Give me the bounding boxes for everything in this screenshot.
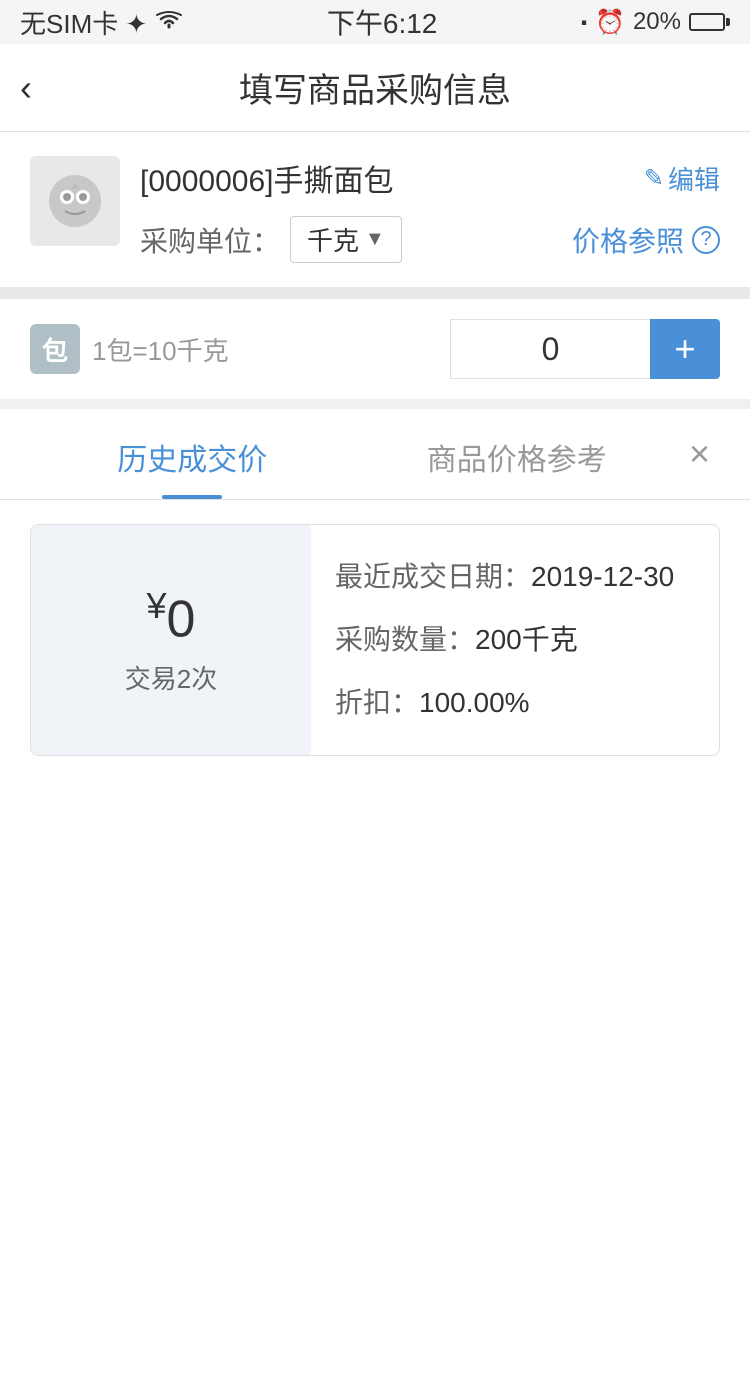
alarm-icon: ⏰ — [595, 8, 625, 37]
tab-history-price[interactable]: 历史成交价 — [30, 409, 354, 499]
quantity-unit-info: 包 1包=10千克 — [30, 324, 229, 374]
purchase-unit-left: 采购单位： 千克 ▼ — [140, 216, 402, 263]
wifi-icon — [155, 7, 183, 38]
quantity-unit-label: 包 — [42, 331, 68, 368]
tab-history-label: 历史成交价 — [117, 444, 267, 477]
product-card: [0000006]手撕面包 ✎ 编辑 采购单位： 千克 ▼ 价格参照 ? — [0, 132, 750, 287]
edit-icon: ✎ — [644, 164, 664, 193]
unit-dropdown[interactable]: 千克 ▼ — [290, 216, 402, 263]
quantity-unit-box: 包 — [30, 324, 80, 374]
purchase-qty-label: 采购数量： — [335, 624, 475, 655]
status-time: 下午6:12 — [327, 2, 438, 42]
product-thumbnail — [30, 156, 120, 246]
status-right: ⬝ ⏰ 20% — [581, 8, 730, 37]
quantity-unit-equality: 1包=10千克 — [92, 331, 229, 368]
dropdown-arrow-icon: ▼ — [365, 228, 385, 251]
discount-label: 折扣： — [335, 687, 419, 718]
tab-product-label: 商品价格参考 — [427, 444, 607, 477]
price-amount-display: ¥0 — [147, 585, 196, 649]
purchase-unit-label: 采购单位： — [140, 220, 280, 260]
divider — [0, 287, 750, 299]
price-card: ¥0 交易2次 最近成交日期：2019-12-30 采购数量：200千克 折扣：… — [30, 524, 720, 756]
back-button[interactable]: ‹ — [20, 67, 32, 109]
carrier-label: 无SIM卡 ✦ — [20, 4, 147, 41]
quantity-row: 包 1包=10千克 + — [0, 299, 750, 399]
product-info: [0000006]手撕面包 ✎ 编辑 采购单位： 千克 ▼ 价格参照 ? — [140, 156, 720, 263]
purchase-qty-row: 采购数量：200千克 — [335, 618, 695, 663]
status-bar: 无SIM卡 ✦ 下午6:12 ⬝ ⏰ 20% — [0, 0, 750, 44]
product-name-row: [0000006]手撕面包 ✎ 编辑 — [140, 156, 720, 200]
recent-date-label: 最近成交日期： — [335, 561, 531, 592]
recent-date-value: 2019-12-30 — [531, 561, 674, 592]
battery-icon — [689, 13, 730, 31]
price-trade-count: 交易2次 — [125, 659, 217, 696]
unit-value: 千克 — [307, 221, 359, 258]
edit-label: 编辑 — [668, 160, 720, 197]
tab-close-button[interactable]: × — [679, 426, 720, 482]
price-left-panel: ¥0 交易2次 — [31, 525, 311, 755]
price-currency-symbol: ¥ — [147, 585, 167, 626]
product-name: [0000006]手撕面包 — [140, 156, 393, 200]
product-logo-icon — [45, 171, 105, 231]
tab-header: 历史成交价 商品价格参考 × — [0, 409, 750, 500]
content-area — [0, 780, 750, 1380]
tab-product-price[interactable]: 商品价格参考 — [354, 409, 678, 499]
quantity-plus-button[interactable]: + — [650, 319, 720, 379]
status-left: 无SIM卡 ✦ — [20, 4, 183, 41]
purchase-unit-row: 采购单位： 千克 ▼ 价格参照 ? — [140, 216, 720, 263]
product-row: [0000006]手撕面包 ✎ 编辑 采购单位： 千克 ▼ 价格参照 ? — [30, 156, 720, 263]
price-value: 0 — [167, 590, 196, 648]
purchase-qty-value: 200千克 — [475, 624, 578, 655]
discount-row: 折扣：100.00% — [335, 681, 695, 726]
price-right-panel: 最近成交日期：2019-12-30 采购数量：200千克 折扣：100.00% — [311, 525, 719, 755]
price-card-wrapper: ¥0 交易2次 最近成交日期：2019-12-30 采购数量：200千克 折扣：… — [0, 500, 750, 780]
page-header: ‹ 填写商品采购信息 — [0, 44, 750, 132]
quantity-controls: + — [450, 319, 720, 379]
tab-section: 历史成交价 商品价格参考 × ¥0 交易2次 最近成交日期：2019-12-30… — [0, 409, 750, 1380]
quantity-input[interactable] — [450, 319, 650, 379]
price-ref-button[interactable]: 价格参照 ? — [572, 220, 720, 260]
price-ref-help-icon: ? — [692, 226, 720, 254]
price-ref-label: 价格参照 — [572, 220, 684, 260]
discount-value: 100.00% — [419, 687, 530, 718]
edit-button[interactable]: ✎ 编辑 — [644, 160, 720, 197]
page-title: 填写商品采购信息 — [239, 63, 511, 112]
location-icon: ⬝ — [581, 9, 587, 35]
battery-percent: 20% — [633, 8, 681, 36]
recent-date-row: 最近成交日期：2019-12-30 — [335, 555, 695, 600]
